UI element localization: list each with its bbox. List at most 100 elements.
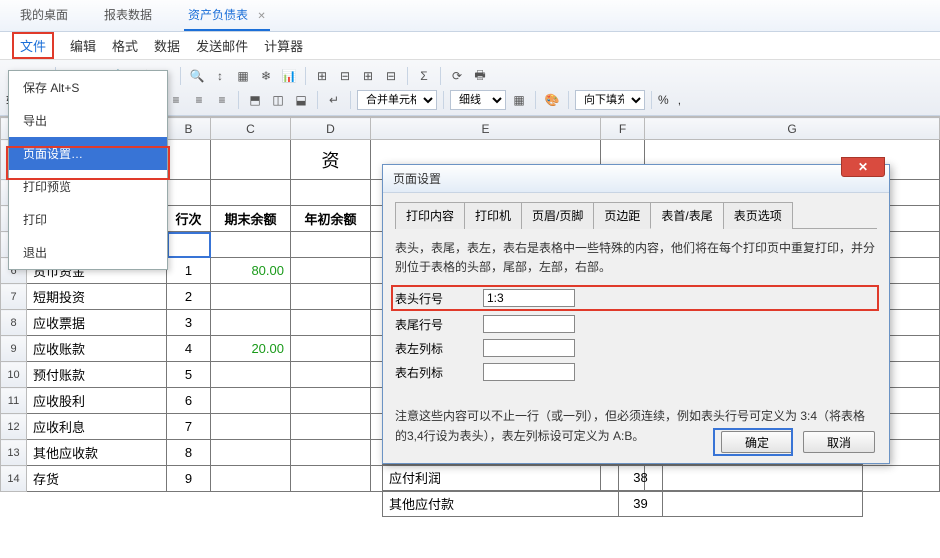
cell[interactable]: 3 <box>167 310 211 336</box>
percent-label[interactable]: % <box>658 93 669 107</box>
cell[interactable]: 38 <box>619 465 663 491</box>
cell[interactable]: 39 <box>619 491 663 517</box>
row-header[interactable]: 7 <box>1 284 27 310</box>
cell[interactable]: 9 <box>167 466 211 492</box>
cell[interactable] <box>291 336 371 362</box>
col-header-c[interactable]: C <box>211 118 291 140</box>
menu-data[interactable]: 数据 <box>154 36 180 55</box>
cell[interactable] <box>211 232 291 258</box>
menu-mail[interactable]: 发送邮件 <box>196 36 248 55</box>
ok-button[interactable]: 确定 <box>721 431 793 453</box>
tab-page-options[interactable]: 表页选项 <box>723 202 793 229</box>
paint-icon[interactable]: 🎨 <box>542 90 562 110</box>
sum-icon[interactable]: Σ <box>414 66 434 86</box>
cell[interactable] <box>211 466 291 492</box>
chart-icon[interactable]: 📊 <box>279 66 299 86</box>
cell[interactable]: 1 <box>167 258 211 284</box>
row-header[interactable]: 10 <box>1 362 27 388</box>
filter-icon[interactable]: ▦ <box>233 66 253 86</box>
menu-edit[interactable]: 编辑 <box>70 36 96 55</box>
cell[interactable]: 应付利润 <box>383 465 619 491</box>
row-header[interactable]: 12 <box>1 414 27 440</box>
border-icon[interactable]: ▦ <box>509 90 529 110</box>
cell[interactable] <box>211 440 291 466</box>
cell[interactable]: 应收股利 <box>27 388 167 414</box>
cell[interactable] <box>211 284 291 310</box>
merge-select[interactable]: 合并单元格 <box>357 90 437 110</box>
cell[interactable] <box>291 310 371 336</box>
delete-row-icon[interactable]: ⊟ <box>335 66 355 86</box>
menu-export[interactable]: 导出 <box>9 104 167 137</box>
cell[interactable]: 预付账款 <box>27 362 167 388</box>
menu-file[interactable]: 文件 <box>12 32 54 59</box>
tab-report[interactable]: 报表数据 <box>100 0 156 31</box>
cell[interactable] <box>291 466 371 492</box>
cell[interactable] <box>291 388 371 414</box>
insert-col-icon[interactable]: ⊞ <box>358 66 378 86</box>
cell[interactable]: 其他应付款 <box>383 491 619 517</box>
align-right-icon[interactable]: ≡ <box>212 90 232 110</box>
cell[interactable] <box>291 440 371 466</box>
left-col-input[interactable] <box>483 339 575 357</box>
cell[interactable] <box>211 362 291 388</box>
delete-col-icon[interactable]: ⊟ <box>381 66 401 86</box>
menu-format[interactable]: 格式 <box>112 36 138 55</box>
cell[interactable]: 其他应收款 <box>27 440 167 466</box>
row-header[interactable]: 11 <box>1 388 27 414</box>
row-header[interactable]: 9 <box>1 336 27 362</box>
cell[interactable]: 2 <box>167 284 211 310</box>
cell[interactable]: 应收票据 <box>27 310 167 336</box>
row-header[interactable]: 14 <box>1 466 27 492</box>
cell[interactable] <box>291 232 371 258</box>
cell[interactable]: 5 <box>167 362 211 388</box>
tab-header-footer[interactable]: 页眉/页脚 <box>521 202 594 229</box>
menu-page-setup[interactable]: 页面设置… <box>9 137 167 170</box>
menu-save[interactable]: 保存 Alt+S <box>9 71 167 104</box>
valign-top-icon[interactable]: ⬒ <box>245 90 265 110</box>
insert-row-icon[interactable]: ⊞ <box>312 66 332 86</box>
tail-row-input[interactable] <box>483 315 575 333</box>
col-header-b[interactable]: B <box>167 118 211 140</box>
menu-print-preview[interactable]: 打印预览 <box>9 170 167 203</box>
cell[interactable]: 8 <box>167 440 211 466</box>
cell[interactable] <box>211 414 291 440</box>
align-left-icon[interactable]: ≡ <box>166 90 186 110</box>
close-icon[interactable]: ✕ <box>257 11 265 22</box>
cell[interactable]: 短期投资 <box>27 284 167 310</box>
row-header[interactable]: 13 <box>1 440 27 466</box>
fill-select[interactable]: 向下填充 <box>575 90 645 110</box>
cell[interactable] <box>211 388 291 414</box>
cell[interactable] <box>291 362 371 388</box>
line-select[interactable]: 细线 <box>450 90 506 110</box>
tab-desktop[interactable]: 我的桌面 <box>16 0 72 31</box>
tab-printer[interactable]: 打印机 <box>464 202 522 229</box>
menu-exit[interactable]: 退出 <box>9 236 167 269</box>
cell[interactable] <box>211 310 291 336</box>
tab-head-tail[interactable]: 表首/表尾 <box>650 202 723 229</box>
refresh-icon[interactable]: ⟳ <box>447 66 467 86</box>
tab-margins[interactable]: 页边距 <box>593 202 651 229</box>
menu-calculator[interactable]: 计算器 <box>264 36 303 55</box>
col-header-f[interactable]: F <box>601 118 645 140</box>
dialog-close-button[interactable]: ✕ <box>841 157 885 177</box>
cell[interactable]: 80.00 <box>211 258 291 284</box>
valign-mid-icon[interactable]: ◫ <box>268 90 288 110</box>
row-header[interactable]: 8 <box>1 310 27 336</box>
valign-bot-icon[interactable]: ⬓ <box>291 90 311 110</box>
menu-print[interactable]: 打印 <box>9 203 167 236</box>
align-center-icon[interactable]: ≡ <box>189 90 209 110</box>
sort-icon[interactable]: ↕ <box>210 66 230 86</box>
head-row-input[interactable] <box>483 289 575 307</box>
cell[interactable]: 6 <box>167 388 211 414</box>
find-icon[interactable]: 🔍 <box>187 66 207 86</box>
freeze-icon[interactable]: ❄ <box>256 66 276 86</box>
right-col-input[interactable] <box>483 363 575 381</box>
cell[interactable]: 应收账款 <box>27 336 167 362</box>
col-header-d[interactable]: D <box>291 118 371 140</box>
cancel-button[interactable]: 取消 <box>803 431 875 453</box>
cell[interactable]: 存货 <box>27 466 167 492</box>
wrap-icon[interactable]: ↵ <box>324 90 344 110</box>
cell[interactable]: 4 <box>167 336 211 362</box>
cell[interactable]: 应收利息 <box>27 414 167 440</box>
cell[interactable] <box>291 258 371 284</box>
